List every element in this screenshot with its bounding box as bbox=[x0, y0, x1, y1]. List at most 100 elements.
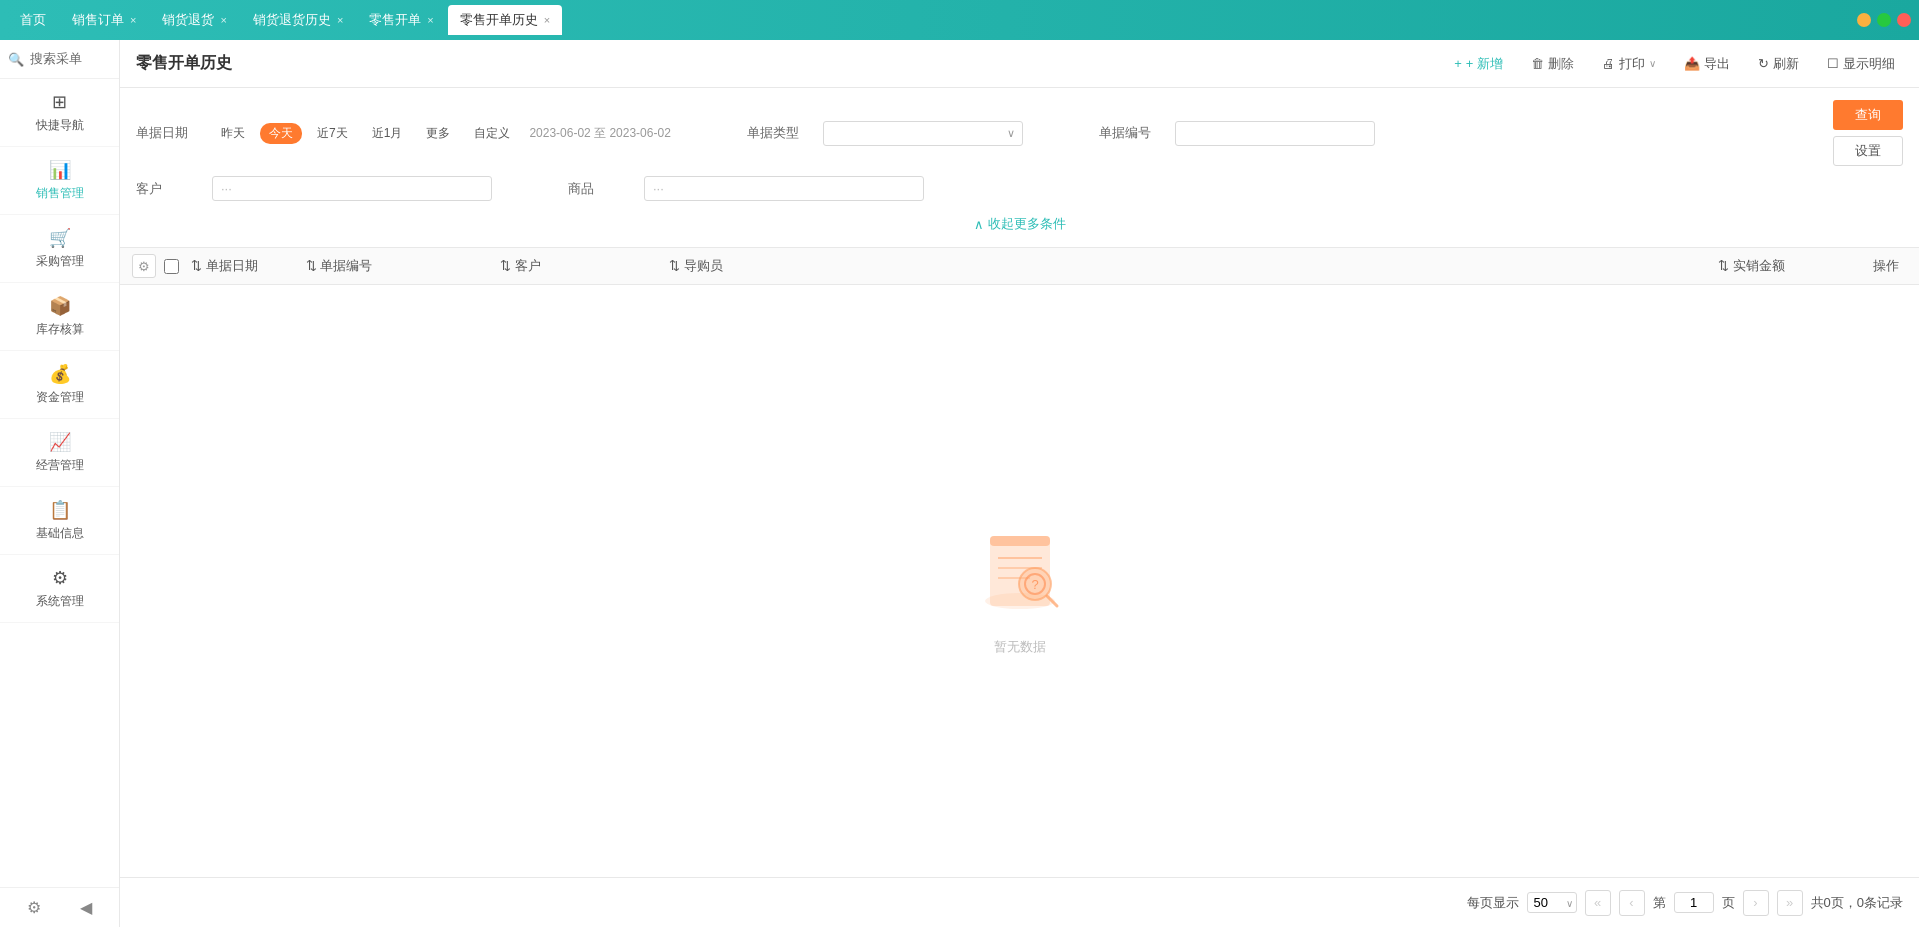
page-last-button[interactable]: » bbox=[1777, 890, 1803, 916]
date-btn-1month[interactable]: 近1月 bbox=[363, 122, 412, 145]
window-controls-area: − □ × bbox=[1857, 13, 1911, 27]
purchase-mgmt-icon: 🛒 bbox=[49, 227, 71, 249]
inventory-icon: 📦 bbox=[49, 295, 71, 317]
table-config-button[interactable]: ⚙ bbox=[132, 254, 156, 278]
tab-retail-open[interactable]: 零售开单 × bbox=[357, 5, 445, 35]
window-maximize-button[interactable]: □ bbox=[1877, 13, 1891, 27]
sidebar-item-finance[interactable]: 💰 资金管理 bbox=[0, 351, 119, 419]
collapse-bar[interactable]: ∧ 收起更多条件 bbox=[136, 211, 1903, 235]
sidebar-label-sales-mgmt: 销售管理 bbox=[36, 185, 84, 202]
select-all-checkbox[interactable] bbox=[164, 259, 179, 274]
empty-text: 暂无数据 bbox=[994, 638, 1046, 656]
tab-close-sales-return-history[interactable]: × bbox=[337, 14, 343, 26]
page-next-icon: › bbox=[1753, 895, 1757, 910]
tab-home[interactable]: 首页 bbox=[8, 5, 58, 35]
export-icon: 📤 bbox=[1684, 56, 1700, 71]
page-size-label: 每页显示 bbox=[1467, 894, 1519, 912]
col-salesperson-header[interactable]: ⇅ 导购员 bbox=[669, 257, 723, 275]
page-prev-icon: ‹ bbox=[1629, 895, 1633, 910]
tab-bar: 首页 销售订单 × 销货退货 × 销货退货历史 × 零售开单 × 零售开单历史 … bbox=[8, 5, 1857, 35]
doc-type-label: 单据类型 bbox=[747, 124, 807, 142]
date-btn-custom[interactable]: 自定义 bbox=[465, 122, 519, 145]
tab-close-retail-open-history[interactable]: × bbox=[544, 14, 550, 26]
tab-close-retail-open[interactable]: × bbox=[427, 14, 433, 26]
collapse-up-icon: ∧ bbox=[974, 217, 984, 232]
total-info: 共0页，0条记录 bbox=[1811, 894, 1903, 912]
date-btn-more[interactable]: 更多 bbox=[417, 122, 459, 145]
query-button[interactable]: 查询 bbox=[1833, 100, 1903, 130]
doc-num-input[interactable] bbox=[1175, 121, 1375, 146]
col-num-header[interactable]: ⇅ 单据编号 bbox=[306, 257, 373, 275]
col-customer-header[interactable]: ⇅ 客户 bbox=[500, 257, 541, 275]
date-buttons: 昨天 今天 近7天 近1月 更多 自定义 2023-06-02 至 2023-0… bbox=[212, 122, 671, 145]
tab-retail-open-history[interactable]: 零售开单历史 × bbox=[448, 5, 562, 35]
sidebar-item-operations[interactable]: 📈 经营管理 bbox=[0, 419, 119, 487]
col-ops-header: 操作 bbox=[1873, 257, 1899, 275]
col-date-header[interactable]: ⇅ 单据日期 bbox=[191, 257, 258, 275]
doc-num-label: 单据编号 bbox=[1099, 124, 1159, 142]
refresh-button[interactable]: ↻ 刷新 bbox=[1750, 51, 1807, 77]
doc-type-select[interactable] bbox=[823, 121, 1023, 146]
sidebar-label-inventory: 库存核算 bbox=[36, 321, 84, 338]
sys-mgmt-icon: ⚙ bbox=[52, 567, 68, 589]
page-first-button[interactable]: « bbox=[1585, 890, 1611, 916]
sidebar-item-quick-nav[interactable]: ⊞ 快捷导航 bbox=[0, 79, 119, 147]
operations-icon: 📈 bbox=[49, 431, 71, 453]
page-word: 第 bbox=[1653, 894, 1666, 912]
tab-sales-return[interactable]: 销货退货 × bbox=[150, 5, 238, 35]
page-prev-button[interactable]: ‹ bbox=[1619, 890, 1645, 916]
tab-close-sales-order[interactable]: × bbox=[130, 14, 136, 26]
finance-icon: 💰 bbox=[49, 363, 71, 385]
product-input[interactable]: ··· bbox=[644, 176, 924, 201]
sort-icon-date: ⇅ bbox=[191, 258, 202, 273]
sidebar-search[interactable]: 🔍 搜索采单 bbox=[0, 40, 119, 79]
sidebar-label-sys-mgmt: 系统管理 bbox=[36, 593, 84, 610]
export-button[interactable]: 📤 导出 bbox=[1676, 51, 1738, 77]
empty-illustration: ? bbox=[960, 506, 1080, 626]
sidebar-item-basic-info[interactable]: 📋 基础信息 bbox=[0, 487, 119, 555]
settings-button[interactable]: 设置 bbox=[1833, 136, 1903, 166]
sidebar: 🔍 搜索采单 ⊞ 快捷导航 📊 销售管理 🛒 采购管理 📦 库存核算 💰 资金管… bbox=[0, 40, 120, 927]
sidebar-item-purchase-mgmt[interactable]: 🛒 采购管理 bbox=[0, 215, 119, 283]
sidebar-item-sys-mgmt[interactable]: ⚙ 系统管理 bbox=[0, 555, 119, 623]
date-btn-yesterday[interactable]: 昨天 bbox=[212, 122, 254, 145]
tab-close-sales-return[interactable]: × bbox=[220, 14, 226, 26]
customer-input[interactable]: ··· bbox=[212, 176, 492, 201]
sidebar-label-operations: 经营管理 bbox=[36, 457, 84, 474]
empty-state: ? 暂无数据 bbox=[120, 285, 1919, 877]
window-close-button[interactable]: × bbox=[1897, 13, 1911, 27]
sidebar-item-sales-mgmt[interactable]: 📊 销售管理 bbox=[0, 147, 119, 215]
print-button[interactable]: 🖨 打印 ∨ bbox=[1594, 51, 1664, 77]
sidebar-item-inventory[interactable]: 📦 库存核算 bbox=[0, 283, 119, 351]
delete-button[interactable]: 🗑 删除 bbox=[1523, 51, 1582, 77]
page-next-button[interactable]: › bbox=[1743, 890, 1769, 916]
page-last-icon: » bbox=[1786, 895, 1793, 910]
customer-dots: ··· bbox=[221, 181, 232, 196]
tab-sales-return-history[interactable]: 销货退货历史 × bbox=[241, 5, 355, 35]
doc-type-select-wrapper bbox=[823, 121, 1023, 146]
checkbox-icon: ☐ bbox=[1827, 56, 1839, 71]
window-minimize-button[interactable]: − bbox=[1857, 13, 1871, 27]
sort-icon-num: ⇅ bbox=[306, 258, 317, 273]
date-btn-7days[interactable]: 近7天 bbox=[308, 122, 357, 145]
basic-info-icon: 📋 bbox=[49, 499, 71, 521]
page-size-select[interactable]: 10 20 50 100 bbox=[1527, 892, 1577, 913]
tab-sales-order[interactable]: 销售订单 × bbox=[60, 5, 148, 35]
sidebar-settings-button[interactable]: ⚙ bbox=[27, 898, 41, 917]
date-btn-today[interactable]: 今天 bbox=[260, 123, 302, 144]
date-label: 单据日期 bbox=[136, 124, 196, 142]
sidebar-collapse-button[interactable]: ◀ bbox=[80, 898, 92, 917]
page-first-icon: « bbox=[1594, 895, 1601, 910]
filter-area: 单据日期 昨天 今天 近7天 近1月 更多 自定义 2023-06-02 至 2… bbox=[120, 88, 1919, 248]
search-icon: 🔍 bbox=[8, 52, 24, 67]
col-amount-header[interactable]: ⇅ 实销金额 bbox=[1718, 257, 1785, 275]
toolbar: + + 新增 🗑 删除 🖨 打印 ∨ 📤 导出 ↻ bbox=[1446, 51, 1903, 77]
display-detail-button[interactable]: ☐ 显示明细 bbox=[1819, 51, 1903, 77]
delete-icon: 🗑 bbox=[1531, 56, 1544, 71]
page-input[interactable] bbox=[1674, 892, 1714, 913]
print-dropdown-icon: ∨ bbox=[1649, 58, 1656, 69]
main-content: 零售开单历史 + + 新增 🗑 删除 🖨 打印 ∨ 📤 导出 bbox=[120, 40, 1919, 927]
add-button[interactable]: + + 新增 bbox=[1446, 51, 1511, 77]
table-toolbar: ⚙ ⇅ 单据日期 ⇅ 单据编号 ⇅ 客户 ⇅ 导购员 bbox=[120, 248, 1919, 285]
filter-row-1: 单据日期 昨天 今天 近7天 近1月 更多 自定义 2023-06-02 至 2… bbox=[136, 100, 1903, 166]
